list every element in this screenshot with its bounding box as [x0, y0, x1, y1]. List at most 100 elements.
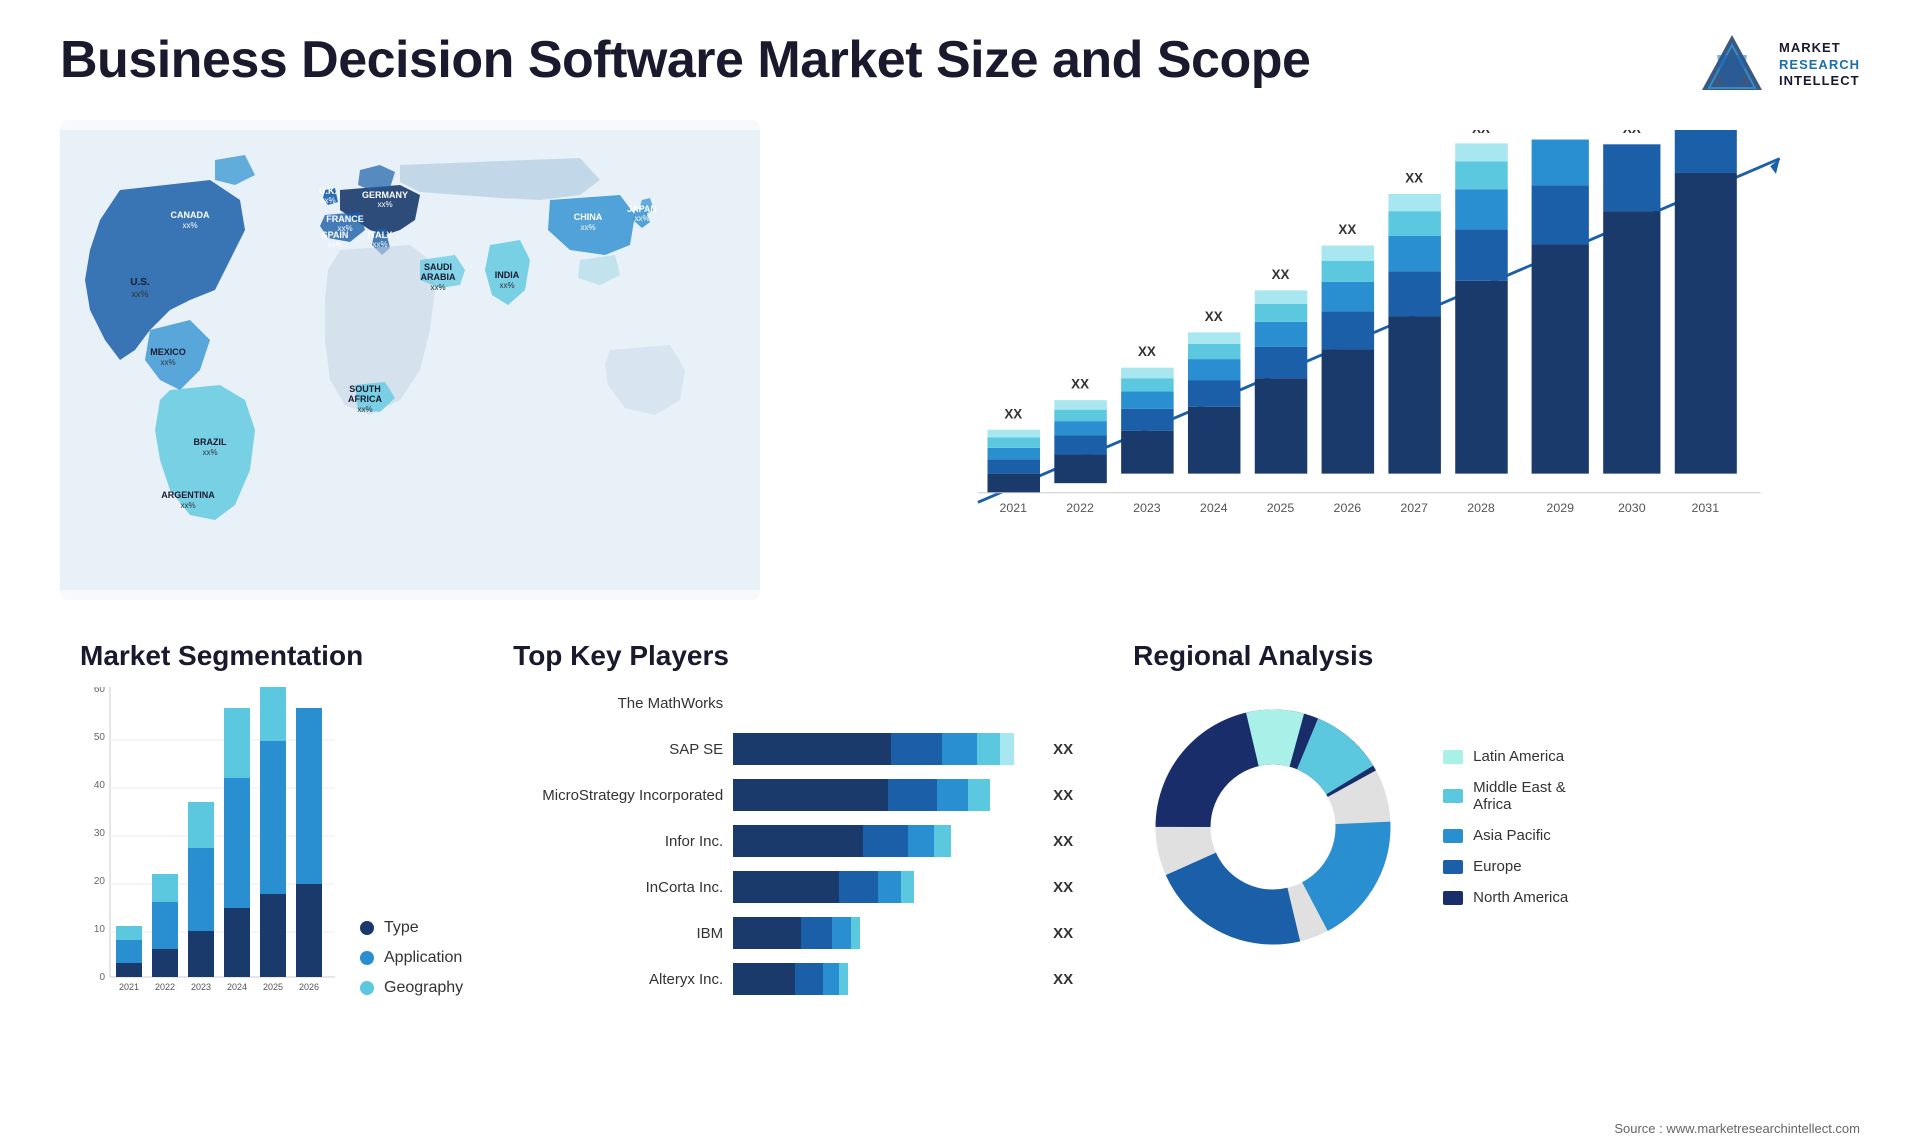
svg-text:FRANCE: FRANCE: [326, 214, 364, 224]
svg-text:2022: 2022: [155, 982, 175, 992]
player-row-ibm: IBM XX: [513, 917, 1073, 949]
reg-legend-mea: Middle East &Africa: [1443, 779, 1568, 813]
svg-text:xx%: xx%: [430, 283, 445, 292]
player-bar: [733, 963, 848, 995]
svg-text:20: 20: [94, 876, 106, 887]
svg-text:CANADA: CANADA: [171, 210, 210, 220]
player-bar-container: [733, 871, 1035, 903]
page-title: Business Decision Software Market Size a…: [60, 30, 1310, 90]
application-color: [360, 951, 374, 965]
svg-text:JAPAN: JAPAN: [627, 204, 657, 214]
legend-item-application: Application: [360, 949, 463, 967]
svg-text:xx%: xx%: [182, 221, 197, 230]
reg-legend-asia-pacific: Asia Pacific: [1443, 827, 1568, 844]
legend-label-type: Type: [384, 919, 419, 937]
regional-legend: Latin America Middle East &Africa Asia P…: [1443, 748, 1568, 906]
player-bar-container: [733, 733, 1035, 765]
svg-text:SPAIN: SPAIN: [322, 230, 349, 240]
player-bar: [733, 825, 950, 857]
svg-text:2025: 2025: [1267, 501, 1295, 515]
svg-text:2023: 2023: [191, 982, 211, 992]
player-bar: [733, 871, 914, 903]
svg-text:XX: XX: [1205, 309, 1223, 324]
svg-text:xx%: xx%: [131, 289, 148, 299]
player-row-sap: SAP SE XX: [513, 733, 1073, 765]
players-title: Top Key Players: [513, 640, 1073, 672]
latin-america-label: Latin America: [1473, 748, 1564, 765]
player-xx: XX: [1053, 971, 1073, 988]
bar-chart-container: XX XX XX XX: [800, 120, 1860, 600]
bottom-section: Market Segmentation 0 10 20 30 40 50: [60, 630, 1860, 1110]
players-panel: Top Key Players The MathWorks SAP SE: [483, 630, 1103, 1110]
player-name: Infor Inc.: [513, 833, 723, 850]
reg-legend-europe: Europe: [1443, 858, 1568, 875]
bar-chart: XX XX XX XX: [860, 130, 1850, 550]
svg-text:60: 60: [94, 687, 106, 695]
svg-text:2029: 2029: [1546, 501, 1574, 515]
player-bar-container: [733, 917, 1035, 949]
svg-text:30: 30: [94, 828, 106, 839]
reg-legend-north-america: North America: [1443, 889, 1568, 906]
top-section: U.S. xx% CANADA xx% MEXICO xx% BRAZIL xx…: [60, 120, 1860, 600]
svg-text:XX: XX: [1272, 267, 1290, 282]
north-america-color: [1443, 891, 1463, 905]
seg-chart: 0 10 20 30 40 50 60: [80, 687, 340, 1037]
player-xx: XX: [1053, 925, 1073, 942]
svg-text:xx%: xx%: [320, 196, 335, 205]
north-america-label: North America: [1473, 889, 1568, 906]
svg-text:2021: 2021: [119, 982, 139, 992]
player-name: SAP SE: [513, 741, 723, 758]
svg-text:2021: 2021: [999, 501, 1027, 515]
geography-color: [360, 981, 374, 995]
svg-text:XX: XX: [1472, 130, 1490, 136]
svg-text:INDIA: INDIA: [495, 270, 520, 280]
logo-icon: [1697, 30, 1767, 100]
svg-text:2030: 2030: [1618, 501, 1646, 515]
mea-label: Middle East &Africa: [1473, 779, 1566, 813]
svg-text:xx%: xx%: [160, 358, 175, 367]
seg-legend: Type Application Geography: [360, 919, 463, 1037]
svg-text:xx%: xx%: [580, 223, 595, 232]
svg-text:MEXICO: MEXICO: [150, 347, 186, 357]
svg-text:2026: 2026: [299, 982, 319, 992]
svg-text:2024: 2024: [227, 982, 247, 992]
svg-text:10: 10: [94, 924, 106, 935]
player-name: Alteryx Inc.: [513, 971, 723, 988]
reg-legend-latin-america: Latin America: [1443, 748, 1568, 765]
svg-text:CHINA: CHINA: [574, 212, 603, 222]
svg-text:xx%: xx%: [202, 448, 217, 457]
svg-text:2022: 2022: [1066, 501, 1094, 515]
regional-inner: Latin America Middle East &Africa Asia P…: [1133, 687, 1830, 967]
player-xx: XX: [1053, 787, 1073, 804]
svg-text:xx%: xx%: [327, 240, 342, 249]
player-row-incorta: InCorta Inc. XX: [513, 871, 1073, 903]
donut-chart: [1133, 687, 1413, 967]
svg-text:ARABIA: ARABIA: [421, 272, 456, 282]
segmentation-title: Market Segmentation: [80, 640, 463, 672]
players-list: The MathWorks SAP SE: [513, 687, 1073, 995]
logo-text: MARKET RESEARCH INTELLECT: [1779, 40, 1860, 91]
player-xx: XX: [1053, 741, 1073, 758]
player-bar: [733, 779, 990, 811]
svg-text:AFRICA: AFRICA: [348, 394, 382, 404]
svg-text:ARGENTINA: ARGENTINA: [161, 490, 215, 500]
svg-text:XX: XX: [1551, 130, 1569, 131]
svg-text:SAUDI: SAUDI: [424, 262, 452, 272]
svg-text:XX: XX: [1004, 406, 1022, 421]
svg-text:ITALY: ITALY: [368, 230, 393, 240]
player-bar-container: [733, 687, 1073, 719]
player-name: The MathWorks: [513, 695, 723, 712]
player-row-microstrategy: MicroStrategy Incorporated XX: [513, 779, 1073, 811]
latin-america-color: [1443, 750, 1463, 764]
svg-text:U.S.: U.S.: [130, 277, 150, 288]
player-name: MicroStrategy Incorporated: [513, 787, 723, 804]
svg-text:XX: XX: [1405, 171, 1423, 186]
legend-label-application: Application: [384, 949, 462, 967]
map-container: U.S. xx% CANADA xx% MEXICO xx% BRAZIL xx…: [60, 120, 760, 600]
player-bar-container: [733, 825, 1035, 857]
svg-text:xx%: xx%: [377, 200, 392, 209]
asia-pacific-color: [1443, 829, 1463, 843]
player-name: InCorta Inc.: [513, 879, 723, 896]
svg-text:BRAZIL: BRAZIL: [194, 437, 227, 447]
player-bar: [733, 917, 860, 949]
